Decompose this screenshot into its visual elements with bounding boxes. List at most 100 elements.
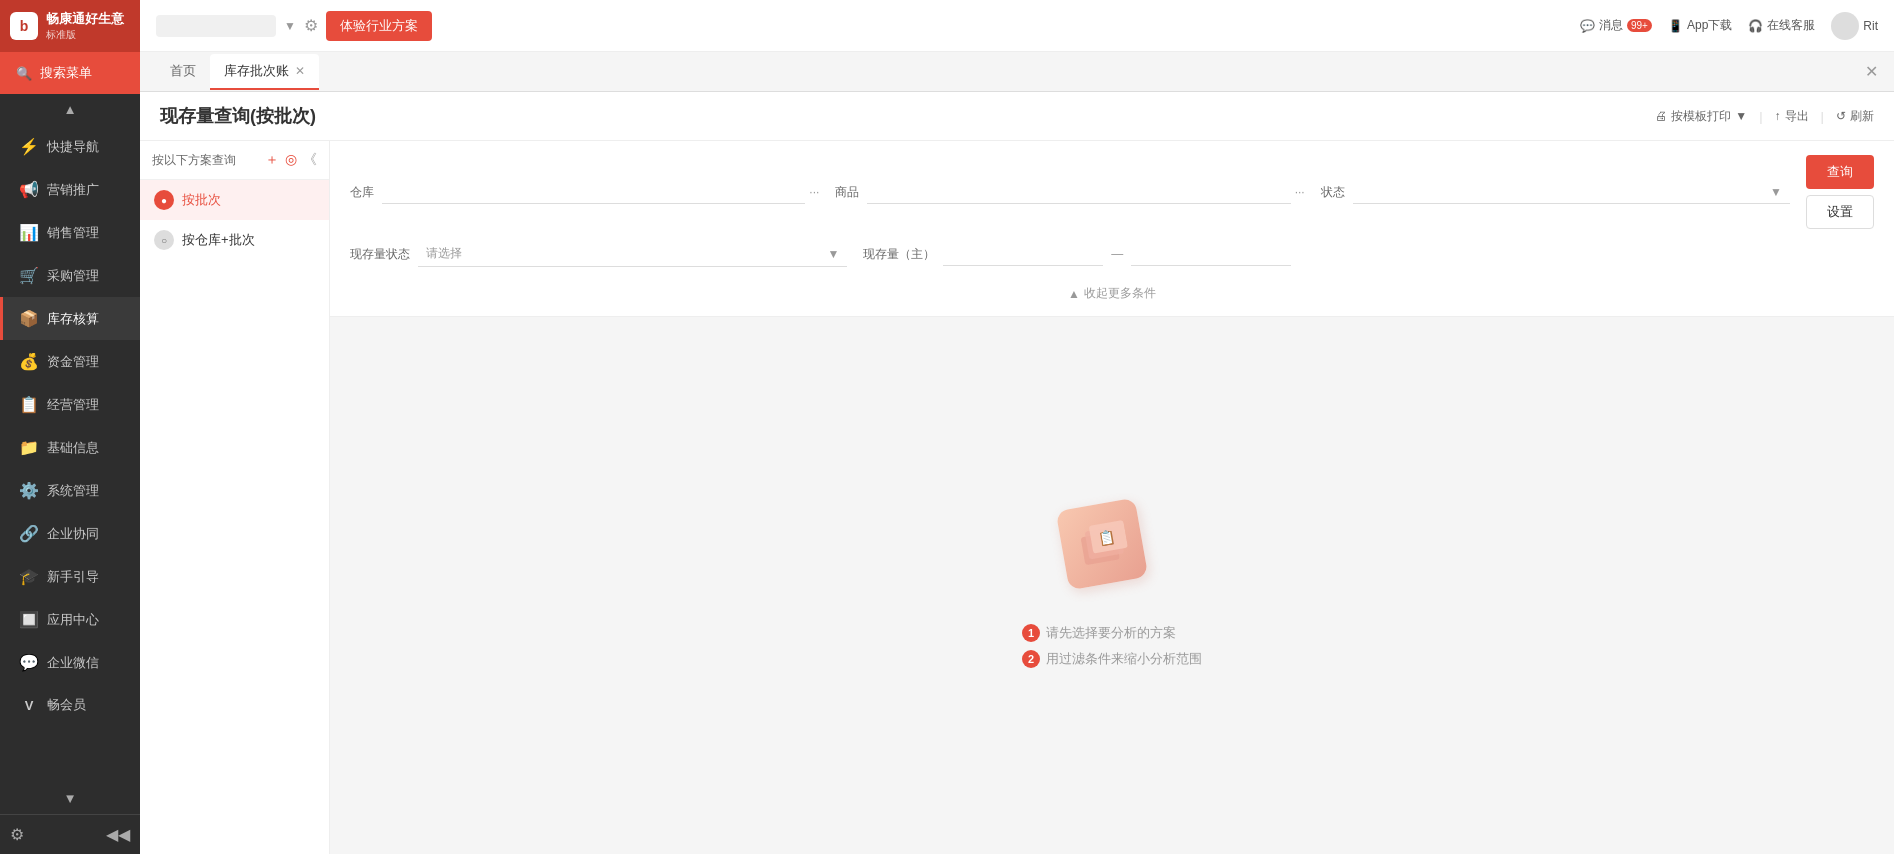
settings-plan-icon[interactable]: ◎	[285, 151, 297, 169]
sidebar-item-newbie[interactable]: 🎓 新手引导	[0, 555, 140, 598]
print-label: 按模板打印	[1671, 108, 1731, 125]
by-warehouse-batch-label: 按仓库+批次	[182, 231, 255, 249]
topbar-dropdown-icon[interactable]: ▼	[284, 19, 296, 33]
sidebar-scroll-up[interactable]: ▲	[59, 98, 80, 121]
print-dropdown-icon[interactable]: ▼	[1735, 109, 1747, 123]
sidebar-item-finance-label: 资金管理	[47, 353, 99, 371]
warehouse-input[interactable]	[382, 181, 805, 204]
user-avatar-area[interactable]: Rit	[1831, 12, 1878, 40]
left-panel-item-by-batch[interactable]: ● 按批次	[140, 180, 329, 220]
empty-icon-inner: 📋	[1056, 497, 1149, 590]
separator1: |	[1759, 109, 1762, 124]
page-header: 现存量查询(按批次) 🖨 按模板打印 ▼ | ↑ 导出 | ↺ 刷新	[140, 92, 1894, 141]
tip-text-1: 请先选择要分析的方案	[1046, 624, 1176, 642]
finance-icon: 💰	[19, 352, 39, 371]
tab-batch-account[interactable]: 库存批次账 ✕	[210, 54, 319, 90]
empty-tip-1: 1 请先选择要分析的方案	[1022, 624, 1202, 642]
warehouse-more[interactable]: ···	[809, 185, 819, 199]
product-input[interactable]	[867, 181, 1290, 204]
sidebar-item-finance[interactable]: 💰 资金管理	[0, 340, 140, 383]
sidebar-item-enterprise[interactable]: 🔗 企业协同	[0, 512, 140, 555]
sidebar-item-operations[interactable]: 📋 经营管理	[0, 383, 140, 426]
message-icon: 💬	[1580, 19, 1595, 33]
left-panel: 按以下方案查询 ＋ ◎ 《 ● 按批次 ○ 按仓库+批次	[140, 141, 330, 854]
tip-num-2: 2	[1022, 650, 1040, 668]
stock-qty-max-input[interactable]	[1131, 243, 1291, 266]
sidebar-item-purchase[interactable]: 🛒 采购管理	[0, 254, 140, 297]
query-btn[interactable]: 查询	[1806, 155, 1874, 189]
add-plan-icon[interactable]: ＋	[265, 151, 279, 169]
topbar-gear-icon[interactable]: ⚙	[304, 16, 318, 35]
app-download-label: App下载	[1687, 17, 1732, 34]
export-btn[interactable]: ↑ 导出	[1775, 108, 1809, 125]
status-label: 状态	[1321, 184, 1345, 201]
sidebar-item-wechat[interactable]: 💬 企业微信	[0, 641, 140, 684]
filter-stock-qty: 现存量（主） —	[863, 243, 1360, 266]
sidebar-item-app-center-label: 应用中心	[47, 611, 99, 629]
sidebar: b 畅康通好生意 标准版 🔍 搜索菜单 ▲ ⚡ 快捷导航 📢 营销推广 📊 销售…	[0, 0, 140, 854]
tab-home[interactable]: 首页	[156, 54, 210, 90]
main-body: 按以下方案查询 ＋ ◎ 《 ● 按批次 ○ 按仓库+批次	[140, 141, 1894, 854]
online-service-btn[interactable]: 🎧 在线客服	[1748, 17, 1815, 34]
sidebar-item-marketing[interactable]: 📢 营销推广	[0, 168, 140, 211]
search-icon: 🔍	[16, 66, 32, 81]
app-logo: b	[10, 12, 38, 40]
panel-close-btn[interactable]: ✕	[1865, 62, 1878, 81]
stock-qty-dash: —	[1111, 247, 1123, 261]
app-download-btn[interactable]: 📱 App下载	[1668, 17, 1732, 34]
collapse-sidebar-icon[interactable]: ◀◀	[106, 825, 130, 844]
sidebar-header: b 畅康通好生意 标准版	[0, 0, 140, 52]
left-panel-item-by-warehouse-batch[interactable]: ○ 按仓库+批次	[140, 220, 329, 260]
sidebar-item-enterprise-label: 企业协同	[47, 525, 99, 543]
collapse-panel-icon[interactable]: 《	[303, 151, 317, 169]
stock-status-select[interactable]: 请选择 ▼	[418, 241, 847, 267]
sidebar-nav: ⚡ 快捷导航 📢 营销推广 📊 销售管理 🛒 采购管理 📦 库存核算 💰 资金管…	[0, 125, 140, 783]
page-title: 现存量查询(按批次)	[160, 104, 316, 128]
topbar-search-input[interactable]	[156, 15, 276, 37]
product-more[interactable]: ···	[1295, 185, 1305, 199]
sidebar-item-basics[interactable]: 📁 基础信息	[0, 426, 140, 469]
refresh-btn[interactable]: ↺ 刷新	[1836, 108, 1874, 125]
left-panel-actions: ＋ ◎ 《	[265, 151, 317, 169]
sidebar-item-quick-nav[interactable]: ⚡ 快捷导航	[0, 125, 140, 168]
message-badge: 99+	[1627, 19, 1652, 32]
stock-qty-min-input[interactable]	[943, 243, 1103, 266]
app-edition: 标准版	[46, 28, 124, 41]
tab-close-icon[interactable]: ✕	[295, 64, 305, 78]
trial-btn[interactable]: 体验行业方案	[326, 11, 432, 41]
print-icon: 🖨	[1655, 109, 1667, 123]
sidebar-item-members[interactable]: V 畅会员	[0, 684, 140, 726]
sidebar-item-marketing-label: 营销推广	[47, 181, 99, 199]
by-batch-label: 按批次	[182, 191, 221, 209]
sidebar-item-system[interactable]: ⚙️ 系统管理	[0, 469, 140, 512]
settings-icon[interactable]: ⚙	[10, 825, 24, 844]
content-area: 现存量查询(按批次) 🖨 按模板打印 ▼ | ↑ 导出 | ↺ 刷新	[140, 92, 1894, 854]
phone-icon: 📱	[1668, 19, 1683, 33]
sidebar-item-members-label: 畅会员	[47, 696, 86, 714]
filter-buttons: 查询 设置	[1806, 155, 1874, 229]
setting-btn[interactable]: 设置	[1806, 195, 1874, 229]
collapse-icon: ▲	[1068, 287, 1080, 301]
sidebar-item-sales[interactable]: 📊 销售管理	[0, 211, 140, 254]
export-label: 导出	[1785, 108, 1809, 125]
print-btn[interactable]: 🖨 按模板打印 ▼	[1655, 108, 1747, 125]
members-icon: V	[19, 698, 39, 713]
status-select[interactable]: ▼	[1353, 181, 1790, 204]
online-service-label: 在线客服	[1767, 17, 1815, 34]
tabbar: 首页 库存批次账 ✕	[140, 52, 1894, 92]
sidebar-item-inventory[interactable]: 📦 库存核算	[0, 297, 140, 340]
newbie-icon: 🎓	[19, 567, 39, 586]
collapse-more-btn[interactable]: ▲ 收起更多条件	[350, 279, 1874, 302]
quick-nav-icon: ⚡	[19, 137, 39, 156]
sidebar-item-app-center[interactable]: 🔲 应用中心	[0, 598, 140, 641]
filter-row-2: 现存量状态 请选择 ▼ 现存量（主） —	[350, 241, 1874, 267]
sidebar-search[interactable]: 🔍 搜索菜单	[0, 52, 140, 94]
enterprise-icon: 🔗	[19, 524, 39, 543]
app-name: 畅康通好生意	[46, 11, 124, 28]
filter-bar: 仓库 ··· 商品 ··· 状态	[330, 141, 1894, 317]
tab-home-label: 首页	[170, 62, 196, 80]
sidebar-scroll-down[interactable]: ▼	[59, 787, 80, 810]
messages-btn[interactable]: 💬 消息 99+	[1580, 17, 1652, 34]
empty-tips: 1 请先选择要分析的方案 2 用过滤条件来缩小分析范围	[1022, 624, 1202, 668]
refresh-icon: ↺	[1836, 109, 1846, 123]
